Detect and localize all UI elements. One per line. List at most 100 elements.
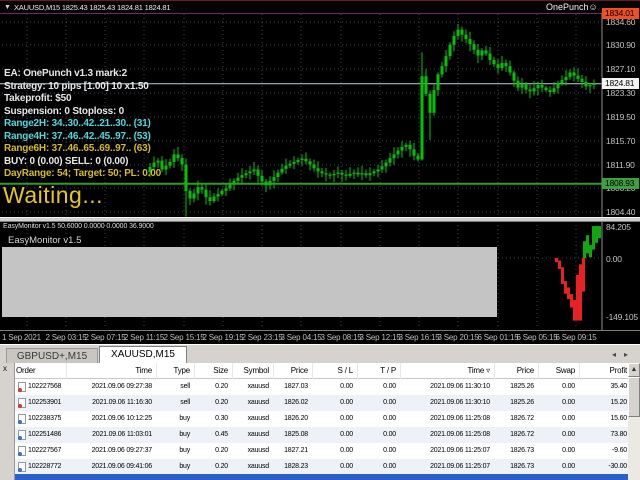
column-header-sl[interactable]: S / L <box>313 363 354 379</box>
scrollbar-thumb[interactable] <box>628 377 640 417</box>
mt4-chart-window: ▼ XAUUSD,M15 1825.43 1825.43 1824.81 182… <box>0 0 640 480</box>
cell-time: 2021.09.06 10:12:25 <box>91 415 153 422</box>
terminal-trade-table: Order Time Type Size Symbol Price S / LT / P Ti… <box>0 363 640 480</box>
cell-price2: 1825.26 <box>510 383 534 390</box>
tab-scroll-left-icon[interactable]: ◂ <box>612 350 616 359</box>
sub-tick-label: -149.105 <box>606 312 638 322</box>
cell-price2: 1826.72 <box>510 431 534 438</box>
close-icon[interactable]: x <box>3 365 7 373</box>
price-tick-label: 1815.70 <box>606 136 636 147</box>
time-tick-label: 6 Sep 09:15 <box>555 333 597 342</box>
cell-price: 1825.08 <box>284 431 308 438</box>
scroll-up-icon[interactable]: ▲ <box>628 363 640 377</box>
cell-type: buy <box>179 431 190 438</box>
table-row[interactable]: 102251486 2021.09.06 11:03:01 buy 0.45 xauus… <box>15 427 628 443</box>
terminal-left-strip: x <box>0 363 15 480</box>
cell-time: 2021.09.06 11:03:01 <box>92 431 152 438</box>
chart-title: XAUUSD,M15 1825.43 1825.43 1824.81 1824.… <box>14 3 171 12</box>
cell-type: sell <box>180 383 190 390</box>
tab-scroll-right-icon[interactable]: ▸ <box>624 350 628 359</box>
tab-xauusd[interactable]: XAUUSD,M15 <box>99 346 187 364</box>
cell-price: 1828.23 <box>284 463 308 470</box>
buy-order-icon <box>18 414 26 424</box>
cell-profit: -9.60 <box>612 447 627 454</box>
column-header-time[interactable]: Time <box>70 363 152 379</box>
cell-price2: 1826.73 <box>510 463 534 470</box>
cell-type: buy <box>179 463 190 470</box>
ea-smiley-badge[interactable]: OnePunch☺ <box>546 2 598 12</box>
cell-tp: 0.00 <box>383 399 396 406</box>
easymonitor-title: EasyMonitor v1.5 <box>8 235 82 246</box>
table-row[interactable]: 102228772 2021.09.06 09:41:06 buy 0.20 xauus… <box>15 459 628 475</box>
price-tick-label: 1804.40 <box>606 207 636 218</box>
price-tick-label: 1811.90 <box>606 160 635 171</box>
column-header-tp[interactable]: T / P <box>356 363 396 379</box>
easymonitor-panel <box>2 247 497 317</box>
axis-divider <box>0 330 640 331</box>
window-menu-icon[interactable]: ▼ <box>4 3 11 13</box>
cell-swap: 0.00 <box>562 463 575 470</box>
cell-profit: 15.20 <box>610 399 627 406</box>
cell-sl: 0.00 <box>340 431 353 438</box>
cell-time2: 2021.09.06 11:30:10 <box>430 383 490 390</box>
column-header-time2[interactable]: Time ▿ <box>408 363 490 379</box>
ea-comment-line: DayRange: 54; Target: 50; PL: 0.00 <box>4 168 161 179</box>
column-header-price2[interactable]: Price <box>484 363 534 379</box>
cell-price2: 1825.26 <box>510 399 534 406</box>
sub-tick-label: 0.00 <box>606 254 622 264</box>
chart-title-bar: ▼ XAUUSD,M15 1825.43 1825.43 1824.81 182… <box>0 0 640 13</box>
cell-price: 1826.20 <box>284 415 308 422</box>
ea-comment-line: Strategy: 10 pips [1.00] 10 x1.50 <box>4 80 149 92</box>
ea-comment-line: EA: OnePunch v1.3 mark:2 <box>4 68 128 79</box>
price-tick-label: 1819.50 <box>606 112 636 123</box>
cell-sl: 0.00 <box>340 399 353 406</box>
ea-comment-line: BUY: 0 (0.00) SELL: 0 (0.00) <box>4 155 129 167</box>
cell-time2: 2021.09.06 11:25:07 <box>430 447 490 454</box>
cell-profit: -30.00 <box>608 463 627 470</box>
table-row[interactable]: 102253901 2021.09.06 11:16:30 sell 0.20 xauu… <box>15 395 628 411</box>
cell-sl: 0.00 <box>340 447 353 454</box>
bid-price-tag: 1824.81 <box>602 77 639 89</box>
sub-tick-label: 84.205 <box>606 222 631 232</box>
table-row[interactable]: 102227568 2021.09.06 09:27:38 sell 0.20 xauu… <box>15 379 628 395</box>
cell-swap: 0.00 <box>562 415 575 422</box>
cell-time: 2021.09.06 09:27:37 <box>91 447 153 454</box>
table-scrollbar[interactable]: ▲ <box>628 363 640 480</box>
cell-profit: 73.80 <box>610 431 627 438</box>
price-tick-label: 1827.10 <box>606 64 636 75</box>
ea-comment-line: Range4H: 37..46..42..45..97.. (53) <box>4 130 151 142</box>
ea-status-text: Waiting... <box>3 182 104 208</box>
column-header-profit[interactable]: Profit <box>577 363 628 379</box>
subwindow-splitter[interactable] <box>0 217 640 222</box>
table-row[interactable]: 102227567 2021.09.06 09:27:37 buy 0.20 xauus… <box>15 443 628 459</box>
column-header-type[interactable]: Type <box>160 363 190 379</box>
candlestick-series <box>148 23 596 217</box>
cell-price: 1826.02 <box>284 399 308 406</box>
cell-time: 2021.09.06 09:27:38 <box>91 383 153 390</box>
cell-tp: 0.00 <box>383 447 396 454</box>
cell-profit: 35.40 <box>610 383 627 390</box>
easymonitor-series <box>555 226 601 321</box>
chart-tab-bar: GBPUSD+,M15 XAUUSD,M15 ◂ ▸ <box>0 344 640 364</box>
cell-tp: 0.00 <box>383 415 396 422</box>
column-header-price[interactable]: Price <box>258 363 308 379</box>
cell-price2: 1826.72 <box>510 415 534 422</box>
cell-tp: 0.00 <box>383 431 396 438</box>
table-row[interactable]: 102238375 2021.09.06 10:12:25 buy 0.30 xauus… <box>15 411 628 427</box>
table-header-row: Order Time Type Size Symbol Price S / LT / P Ti… <box>0 363 640 379</box>
cell-time: 2021.09.06 09:41:06 <box>91 463 153 470</box>
cell-type: sell <box>180 399 190 406</box>
cell-price: 1827.21 <box>284 447 308 454</box>
column-header-swap[interactable]: Swap <box>535 363 575 379</box>
cell-price2: 1826.73 <box>510 447 534 454</box>
cell-tp: 0.00 <box>383 463 396 470</box>
tab-gbpusd[interactable]: GBPUSD+,M15 <box>6 348 98 364</box>
selected-row-highlight[interactable] <box>15 474 628 480</box>
cell-price: 1827.03 <box>284 383 308 390</box>
time-tick-label: 1 Sep 2021 <box>2 333 41 342</box>
cell-time2: 2021.09.06 11:30:10 <box>430 399 490 406</box>
cell-swap: 0.00 <box>562 431 575 438</box>
cell-time2: 2021.09.06 11:25:08 <box>430 415 490 422</box>
cell-type: buy <box>179 415 190 422</box>
column-header-order[interactable]: Order <box>16 363 76 379</box>
